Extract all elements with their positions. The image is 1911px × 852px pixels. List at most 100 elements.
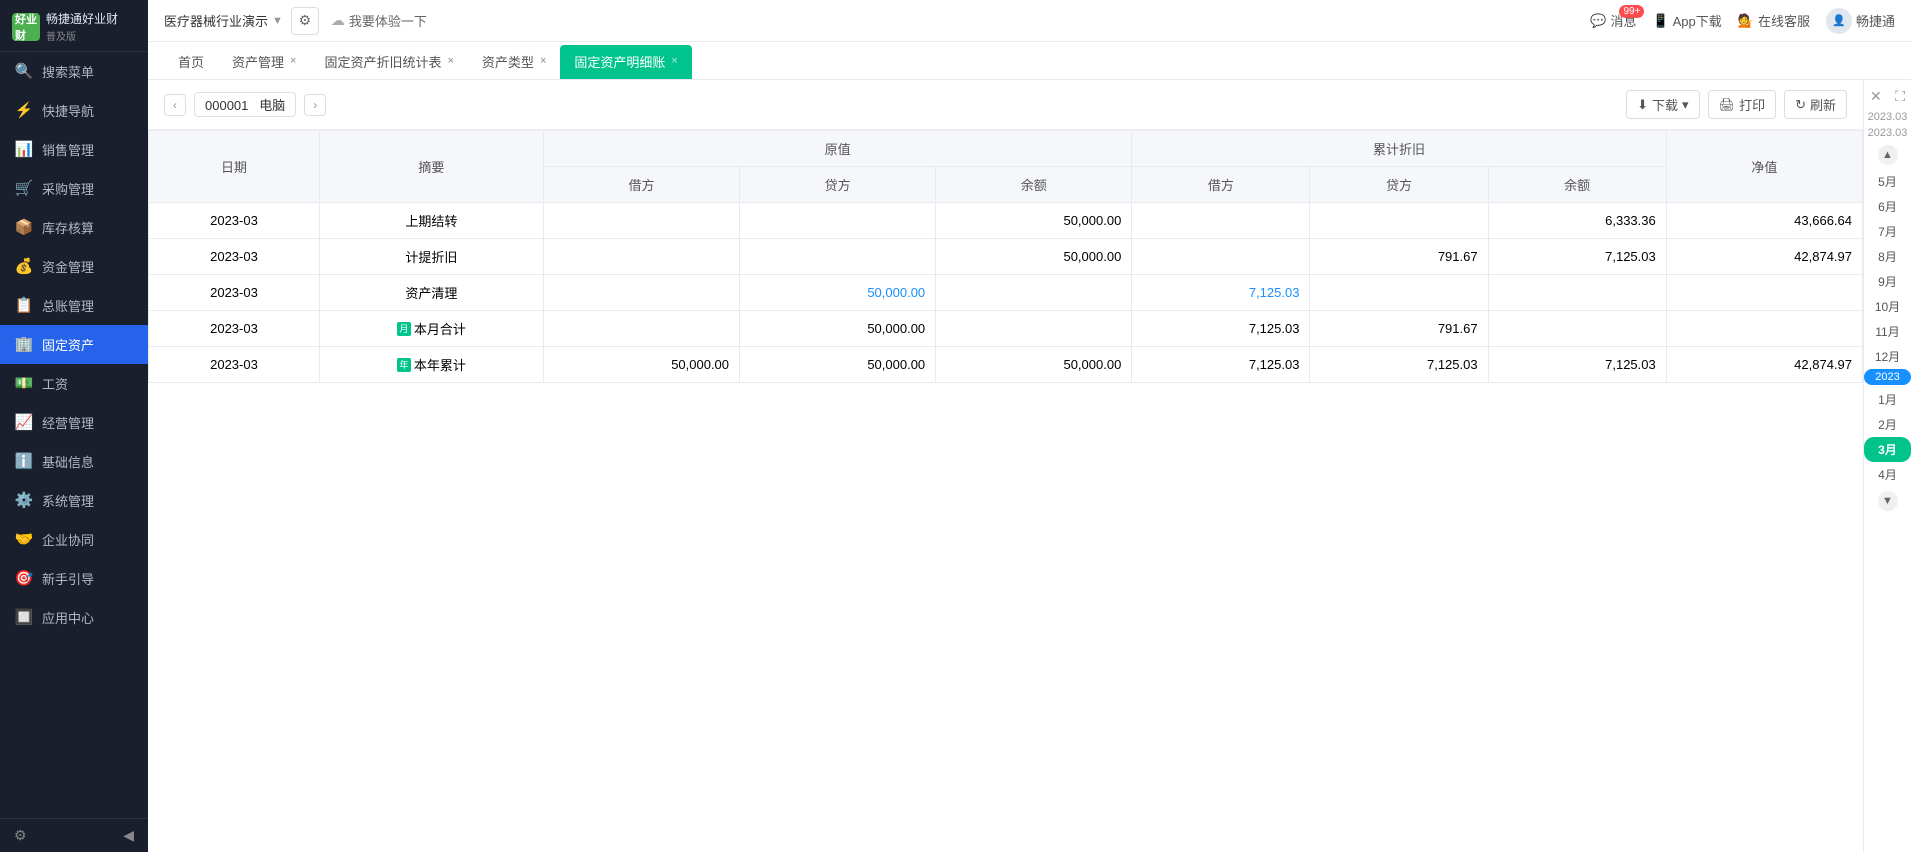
cell-abstract: 上期结转 — [319, 203, 543, 239]
topbar-right: 💬 消息 99 📱 App下载 💁 在线客服 👤 畅捷通 — [1590, 8, 1895, 34]
timeline-month-2[interactable]: 2月 — [1864, 412, 1911, 437]
cell-ov-balance — [936, 275, 1132, 311]
tab-asset-type[interactable]: 资产类型 × — [468, 45, 560, 79]
asset-name: 电脑 — [259, 98, 285, 113]
sidebar-item-app-center[interactable]: 🔲 应用中心 — [0, 598, 148, 637]
refresh-button[interactable]: ↻ 刷新 — [1784, 90, 1847, 119]
timeline-month-12[interactable]: 12月 — [1864, 344, 1911, 369]
tab-depreciation-stats-close[interactable]: × — [447, 55, 453, 67]
col-ad-debit: 借方 — [1132, 167, 1310, 203]
sidebar-item-enterprise[interactable]: 🤝 企业协同 — [0, 520, 148, 559]
settings-bottom-icon[interactable]: ⚙ — [14, 827, 27, 844]
cell-ad-debit — [1132, 203, 1310, 239]
cell-abstract: 计提折旧 — [319, 239, 543, 275]
close-panel-button[interactable]: ✕ — [1870, 88, 1882, 105]
cell-ad-debit: 7,125.03 — [1132, 311, 1310, 347]
company-selector[interactable]: 医疗器械行业演示 ▼ — [164, 11, 283, 30]
sidebar-item-finance[interactable]: 💰 资金管理 — [0, 247, 148, 286]
ledger-table: 日期 摘要 原值 累计折旧 净值 — [148, 130, 1863, 383]
tab-depreciation-stats[interactable]: 固定资产折旧统计表 × — [310, 45, 467, 79]
timeline-month-1[interactable]: 1月 — [1864, 387, 1911, 412]
user-profile-button[interactable]: 👤 畅捷通 — [1826, 8, 1895, 34]
timeline-month-7[interactable]: 7月 — [1864, 219, 1911, 244]
expand-panel-button[interactable]: ⛶ — [1895, 88, 1905, 105]
sidebar-item-fixed-assets[interactable]: 🏢 固定资产 — [0, 325, 148, 364]
table-row: 2023-03 月 本月合计 50,000.00 7,125.03 791.67 — [149, 311, 1863, 347]
tab-asset-management-close[interactable]: × — [290, 55, 296, 67]
table-row: 2023-03 上期结转 50,000.00 6,333.36 43,666.6… — [149, 203, 1863, 239]
sidebar-item-inventory[interactable]: 📦 库存核算 — [0, 208, 148, 247]
cell-ov-credit: 50,000.00 — [740, 347, 936, 383]
timeline-scroll-up[interactable]: ▲ — [1878, 145, 1898, 165]
cell-ov-credit — [740, 239, 936, 275]
enterprise-icon: 🤝 — [14, 530, 34, 548]
cell-ov-debit — [543, 311, 739, 347]
timeline-month-5[interactable]: 5月 — [1864, 169, 1911, 194]
timeline-month-3[interactable]: 3月 — [1864, 437, 1911, 462]
content-toolbar: ‹ 000001 电脑 › ⬇ 下载 ▾ 🖨 — [148, 80, 1863, 130]
guide-icon: 🎯 — [14, 569, 34, 587]
gear-icon: ⚙ — [299, 12, 312, 29]
timeline-month-8[interactable]: 8月 — [1864, 244, 1911, 269]
download-button[interactable]: ⬇ 下载 ▾ — [1626, 90, 1699, 119]
cell-net-value — [1666, 275, 1862, 311]
company-settings-button[interactable]: ⚙ — [291, 7, 319, 35]
sidebar-item-operations[interactable]: 📈 经营管理 — [0, 403, 148, 442]
col-net-value: 净值 — [1666, 131, 1862, 203]
timeline-month-4[interactable]: 4月 — [1864, 462, 1911, 487]
sidebar-item-purchase[interactable]: 🛒 采购管理 — [0, 169, 148, 208]
company-dropdown-arrow: ▼ — [272, 15, 283, 27]
avatar: 👤 — [1826, 8, 1852, 34]
cell-ov-balance: 50,000.00 — [936, 239, 1132, 275]
content-wrapper: ‹ 000001 电脑 › ⬇ 下载 ▾ 🖨 — [148, 80, 1911, 852]
timeline-month-10[interactable]: 10月 — [1864, 294, 1911, 319]
tab-fixed-asset-ledger[interactable]: 固定资产明细账 × — [560, 45, 691, 79]
sidebar-item-salary[interactable]: 💵 工资 — [0, 364, 148, 403]
cell-ov-debit: 50,000.00 — [543, 347, 739, 383]
experience-button[interactable]: ☁ 我要体验一下 — [331, 11, 427, 30]
toolbar-right: ⬇ 下载 ▾ 🖨 打印 ↻ 刷新 — [1626, 90, 1847, 119]
fixed-assets-icon: 🏢 — [14, 335, 34, 353]
prev-asset-button[interactable]: ‹ — [164, 94, 186, 116]
cell-ad-balance — [1488, 275, 1666, 311]
sidebar-item-base-info[interactable]: ℹ️ 基础信息 — [0, 442, 148, 481]
cell-ov-credit: 50,000.00 — [740, 275, 936, 311]
timeline-month-11[interactable]: 11月 — [1864, 319, 1911, 344]
col-ov-balance: 余额 — [936, 167, 1132, 203]
topbar: 医疗器械行业演示 ▼ ⚙ ☁ 我要体验一下 💬 消息 99 📱 App下载 💁 … — [148, 0, 1911, 42]
sidebar-item-search[interactable]: 🔍 搜索菜单 — [0, 52, 148, 91]
cell-ad-balance: 6,333.36 — [1488, 203, 1666, 239]
tab-home[interactable]: 首页 — [164, 45, 218, 79]
sidebar-item-guide[interactable]: 🎯 新手引导 — [0, 559, 148, 598]
tab-asset-type-close[interactable]: × — [540, 55, 546, 67]
cloud-icon: ☁ — [331, 12, 345, 29]
next-asset-button[interactable]: › — [304, 94, 326, 116]
cell-net-value: 42,874.97 — [1666, 239, 1862, 275]
online-service-label: 在线客服 — [1758, 11, 1810, 30]
print-icon: 🖨 — [1719, 97, 1736, 113]
tab-fixed-asset-ledger-close[interactable]: × — [671, 55, 677, 67]
sidebar-item-sales[interactable]: 📊 销售管理 — [0, 130, 148, 169]
sidebar-item-quick-nav[interactable]: ⚡ 快捷导航 — [0, 91, 148, 130]
online-service-button[interactable]: 💁 在线客服 — [1738, 11, 1810, 30]
col-abstract: 摘要 — [319, 131, 543, 203]
sidebar: 好业财 畅捷通好业财 普及版 🔍 搜索菜单 ⚡ 快捷导航 📊 销售管理 🛒 采购… — [0, 0, 148, 852]
timeline-scroll-down[interactable]: ▼ — [1878, 491, 1898, 511]
timeline-month-9[interactable]: 9月 — [1864, 269, 1911, 294]
print-button[interactable]: 🖨 打印 — [1708, 90, 1777, 119]
app-download-button[interactable]: 📱 App下载 — [1652, 11, 1721, 30]
message-button[interactable]: 💬 消息 99 — [1590, 11, 1636, 30]
sidebar-item-ledger[interactable]: 📋 总账管理 — [0, 286, 148, 325]
tab-fixed-asset-ledger-label: 固定资产明细账 — [574, 52, 665, 71]
table-row: 2023-03 资产清理 50,000.00 7,125.03 — [149, 275, 1863, 311]
ledger-icon: 📋 — [14, 296, 34, 314]
app-download-label: App下载 — [1673, 11, 1722, 30]
tab-asset-type-label: 资产类型 — [482, 52, 534, 71]
collapse-sidebar-icon[interactable]: ◀ — [123, 827, 134, 844]
tab-asset-management[interactable]: 资产管理 × — [218, 45, 310, 79]
print-label: 打印 — [1739, 95, 1765, 114]
sidebar-item-system[interactable]: ⚙️ 系统管理 — [0, 481, 148, 520]
cell-abstract: 年 本年累计 — [319, 347, 543, 383]
timeline-month-6[interactable]: 6月 — [1864, 194, 1911, 219]
message-badge: 99 — [1619, 5, 1644, 18]
